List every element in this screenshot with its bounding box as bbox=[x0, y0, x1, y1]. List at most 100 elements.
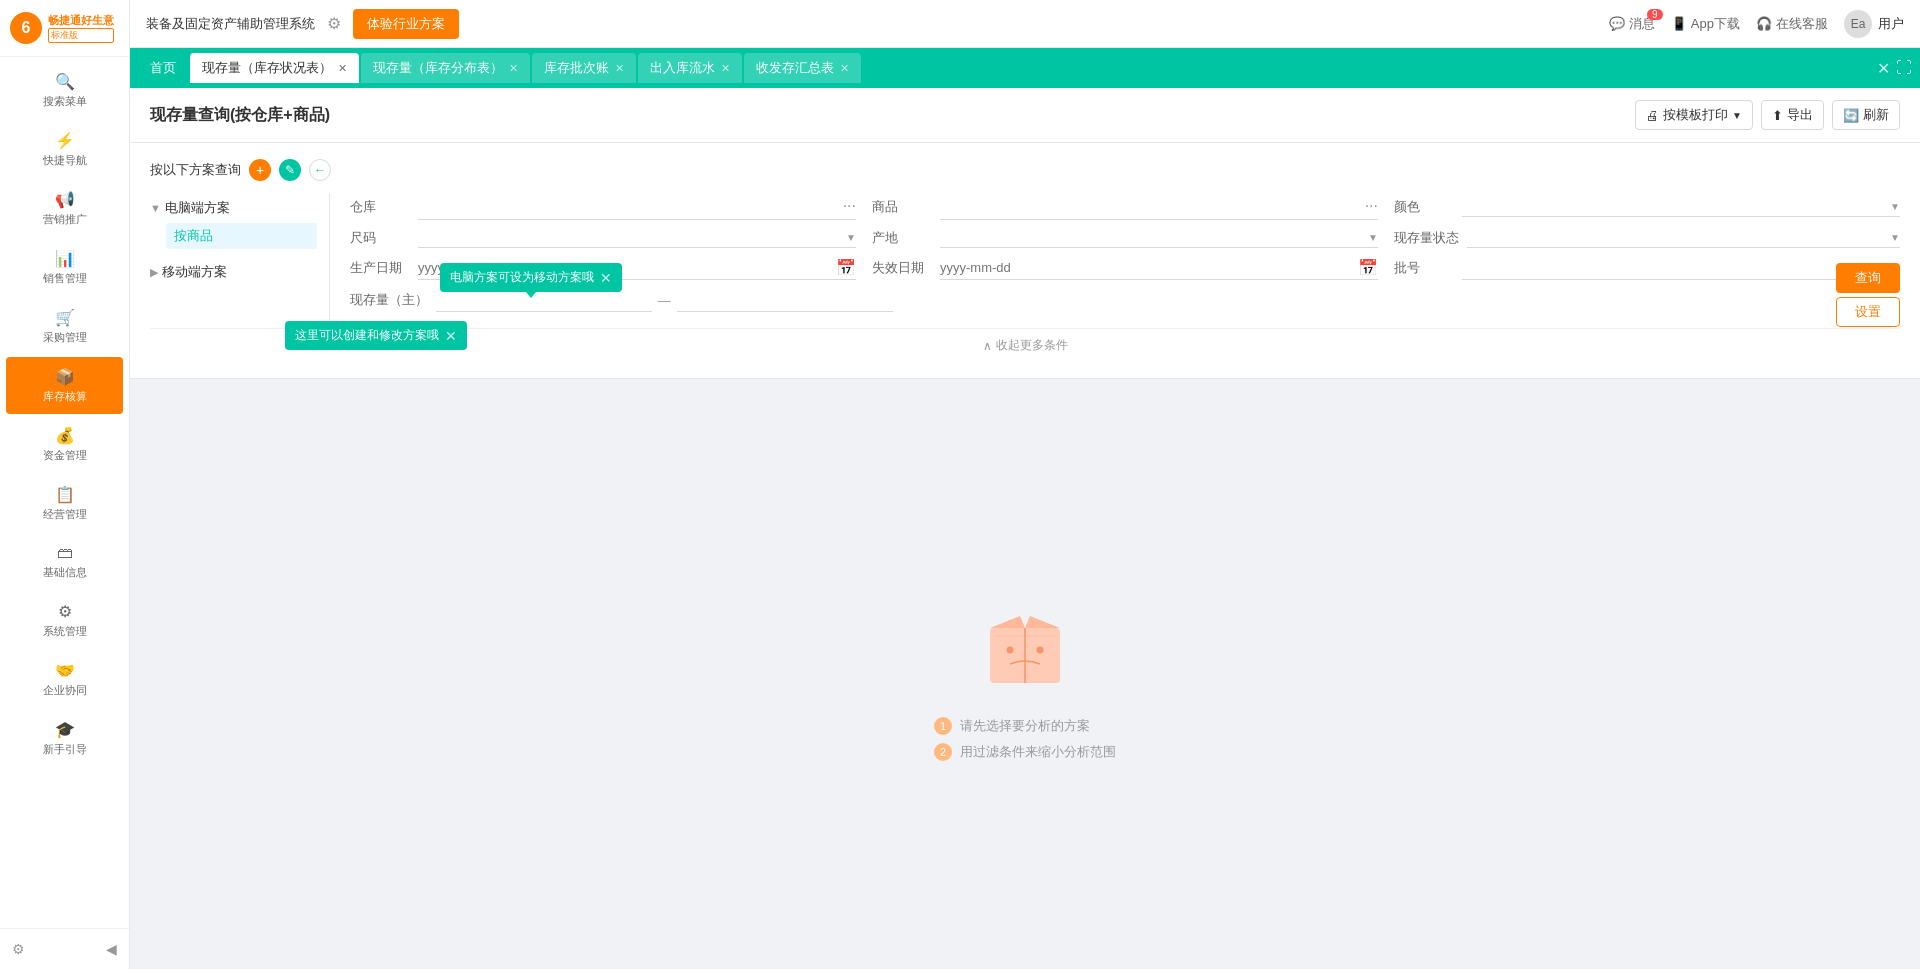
filter-edit-btn[interactable]: ✎ bbox=[279, 159, 301, 181]
print-template-btn[interactable]: 🖨 按模板打印 ▼ bbox=[1635, 100, 1753, 130]
sidebar-item-inventory[interactable]: 📦 库存核算 bbox=[6, 357, 123, 414]
reset-button[interactable]: 设置 bbox=[1836, 297, 1900, 327]
sidebar-item-enterprise[interactable]: 🤝 企业协同 bbox=[6, 651, 123, 708]
scheme-item-label: 按商品 bbox=[174, 227, 213, 245]
scheme-item-jieshangpin[interactable]: 按商品 bbox=[166, 223, 317, 249]
mobile-scheme-header[interactable]: ▶ 移动端方案 bbox=[150, 257, 317, 287]
sidebar-item-newbie[interactable]: 🎓 新手引导 bbox=[6, 710, 123, 767]
stock-main-to-input[interactable] bbox=[677, 288, 893, 312]
empty-step-2: 2 用过滤条件来缩小分析范围 bbox=[934, 743, 1116, 761]
tooltip1-close[interactable]: ✕ bbox=[600, 270, 612, 286]
empty-step-1: 1 请先选择要分析的方案 bbox=[934, 717, 1116, 735]
tab-stock-batch-close[interactable]: ✕ bbox=[615, 62, 624, 75]
collapse-label: 收起更多条件 bbox=[996, 337, 1068, 354]
step1-num: 1 bbox=[934, 717, 952, 735]
user-area[interactable]: Ea 用户 bbox=[1844, 10, 1904, 38]
export-btn[interactable]: ⬆ 导出 bbox=[1761, 100, 1824, 130]
tab-in-out[interactable]: 出入库流水 ✕ bbox=[638, 53, 742, 83]
export-label: 导出 bbox=[1787, 106, 1813, 124]
sidebar-item-guide[interactable]: ⚡ 快捷导航 bbox=[6, 121, 123, 178]
system-title: 装备及固定资产辅助管理系统 bbox=[146, 15, 315, 33]
origin-select[interactable]: ▼ bbox=[940, 228, 1378, 248]
sidebar-label-operation: 经营管理 bbox=[43, 507, 87, 522]
sidebar-label-inventory: 库存核算 bbox=[43, 389, 87, 404]
sidebar-item-marketing[interactable]: 📢 营销推广 bbox=[6, 180, 123, 237]
tab-home-label: 首页 bbox=[150, 59, 176, 77]
tooltip1-text: 电脑方案可设为移动方案哦 bbox=[450, 269, 594, 286]
sidebar-item-basic[interactable]: 🗃 基础信息 bbox=[6, 534, 123, 590]
desktop-scheme-label: 电脑端方案 bbox=[165, 199, 230, 217]
tab-stock-status-close[interactable]: ✕ bbox=[338, 62, 347, 75]
warehouse-label: 仓库 bbox=[350, 198, 410, 216]
filter-body: ▼ 电脑端方案 按商品 ▶ 移动端方案 bbox=[150, 193, 1900, 320]
prod-date-calendar-icon[interactable]: 📅 bbox=[836, 258, 856, 277]
service-label: 在线客服 bbox=[1776, 15, 1828, 33]
filter-origin: 产地 ▼ bbox=[872, 228, 1378, 248]
system-icon: ⚙ bbox=[58, 602, 72, 621]
svg-point-3 bbox=[1037, 646, 1044, 653]
warehouse-select[interactable]: ··· bbox=[418, 193, 856, 220]
tab-stock-dist[interactable]: 现存量（库存分布表） ✕ bbox=[361, 53, 530, 83]
settings-icon[interactable]: ⚙ bbox=[327, 14, 341, 33]
logo-icon: 6 bbox=[10, 12, 42, 44]
empty-steps: 1 请先选择要分析的方案 2 用过滤条件来缩小分析范围 bbox=[934, 717, 1116, 761]
app-download-link[interactable]: 📱 App下载 bbox=[1671, 15, 1740, 33]
trial-button[interactable]: 体验行业方案 bbox=[353, 9, 459, 39]
sidebar-item-finance[interactable]: 💰 资金管理 bbox=[6, 416, 123, 473]
sidebar-item-sales[interactable]: 📊 销售管理 bbox=[6, 239, 123, 296]
product-dots-icon[interactable]: ··· bbox=[1365, 197, 1378, 215]
tab-stock-dist-label: 现存量（库存分布表） bbox=[373, 59, 503, 77]
tab-home[interactable]: 首页 bbox=[138, 53, 188, 83]
refresh-btn[interactable]: 🔄 刷新 bbox=[1832, 100, 1900, 130]
sidebar-item-search[interactable]: 🔍 搜索菜单 bbox=[6, 62, 123, 119]
logo-area: 6 畅捷通好生意 标准版 bbox=[0, 0, 129, 57]
tab-actions: ✕ ⛶ bbox=[1877, 59, 1912, 78]
filter-add-btn[interactable]: + bbox=[249, 159, 271, 181]
tab-close-all-btn[interactable]: ✕ bbox=[1877, 59, 1890, 78]
collapse-sidebar-btn[interactable]: ◀ bbox=[102, 937, 121, 961]
exp-date-calendar-icon[interactable]: 📅 bbox=[1358, 258, 1378, 277]
right-buttons: 查询 设置 bbox=[1836, 263, 1900, 327]
sidebar-item-purchase[interactable]: 🛒 采购管理 bbox=[6, 298, 123, 355]
batch-label: 批号 bbox=[1394, 259, 1454, 277]
filter-back-btn[interactable]: ← bbox=[309, 159, 331, 181]
desktop-scheme-header[interactable]: ▼ 电脑端方案 bbox=[150, 193, 317, 223]
tab-fullscreen-btn[interactable]: ⛶ bbox=[1896, 59, 1912, 78]
tab-stock-batch[interactable]: 库存批次账 ✕ bbox=[532, 53, 636, 83]
exp-date-input-wrap: 📅 bbox=[940, 256, 1378, 280]
sidebar-label-newbie: 新手引导 bbox=[43, 742, 87, 757]
tooltip2-close[interactable]: ✕ bbox=[445, 328, 457, 344]
product-select[interactable]: ··· bbox=[940, 193, 1378, 220]
tab-stock-dist-close[interactable]: ✕ bbox=[509, 62, 518, 75]
tab-collect-send[interactable]: 收发存汇总表 ✕ bbox=[744, 53, 861, 83]
tab-collect-send-close[interactable]: ✕ bbox=[840, 62, 849, 75]
stock-status-select[interactable]: ▼ bbox=[1467, 228, 1900, 248]
prod-date-label: 生产日期 bbox=[350, 259, 410, 277]
tab-stock-status[interactable]: 现存量（库存状况表） ✕ bbox=[190, 53, 359, 83]
filter-label: 按以下方案查询 bbox=[150, 161, 241, 179]
tab-in-out-close[interactable]: ✕ bbox=[721, 62, 730, 75]
warehouse-dots-icon[interactable]: ··· bbox=[843, 197, 856, 215]
batch-input[interactable] bbox=[1462, 256, 1900, 280]
finance-icon: 💰 bbox=[55, 426, 75, 445]
color-select[interactable]: ▼ bbox=[1462, 197, 1900, 217]
search-icon: 🔍 bbox=[55, 72, 75, 91]
size-select[interactable]: ▼ bbox=[418, 228, 856, 248]
messages-link[interactable]: 💬 消息 9 bbox=[1609, 15, 1655, 33]
sidebar-label-sales: 销售管理 bbox=[43, 271, 87, 286]
sidebar-label-purchase: 采购管理 bbox=[43, 330, 87, 345]
svg-point-2 bbox=[1007, 646, 1014, 653]
sidebar-item-operation[interactable]: 📋 经营管理 bbox=[6, 475, 123, 532]
operation-icon: 📋 bbox=[55, 485, 75, 504]
step2-num: 2 bbox=[934, 743, 952, 761]
settings-bottom-icon[interactable]: ⚙ bbox=[8, 937, 29, 961]
exp-date-input[interactable] bbox=[940, 256, 1358, 279]
online-service-link[interactable]: 🎧 在线客服 bbox=[1756, 15, 1828, 33]
service-icon: 🎧 bbox=[1756, 16, 1772, 31]
sidebar-item-system[interactable]: ⚙ 系统管理 bbox=[6, 592, 123, 649]
color-label: 颜色 bbox=[1394, 198, 1454, 216]
phone-icon: 📱 bbox=[1671, 16, 1687, 31]
inventory-icon: 📦 bbox=[55, 367, 75, 386]
message-icon: 💬 bbox=[1609, 16, 1625, 31]
search-button[interactable]: 查询 bbox=[1836, 263, 1900, 293]
